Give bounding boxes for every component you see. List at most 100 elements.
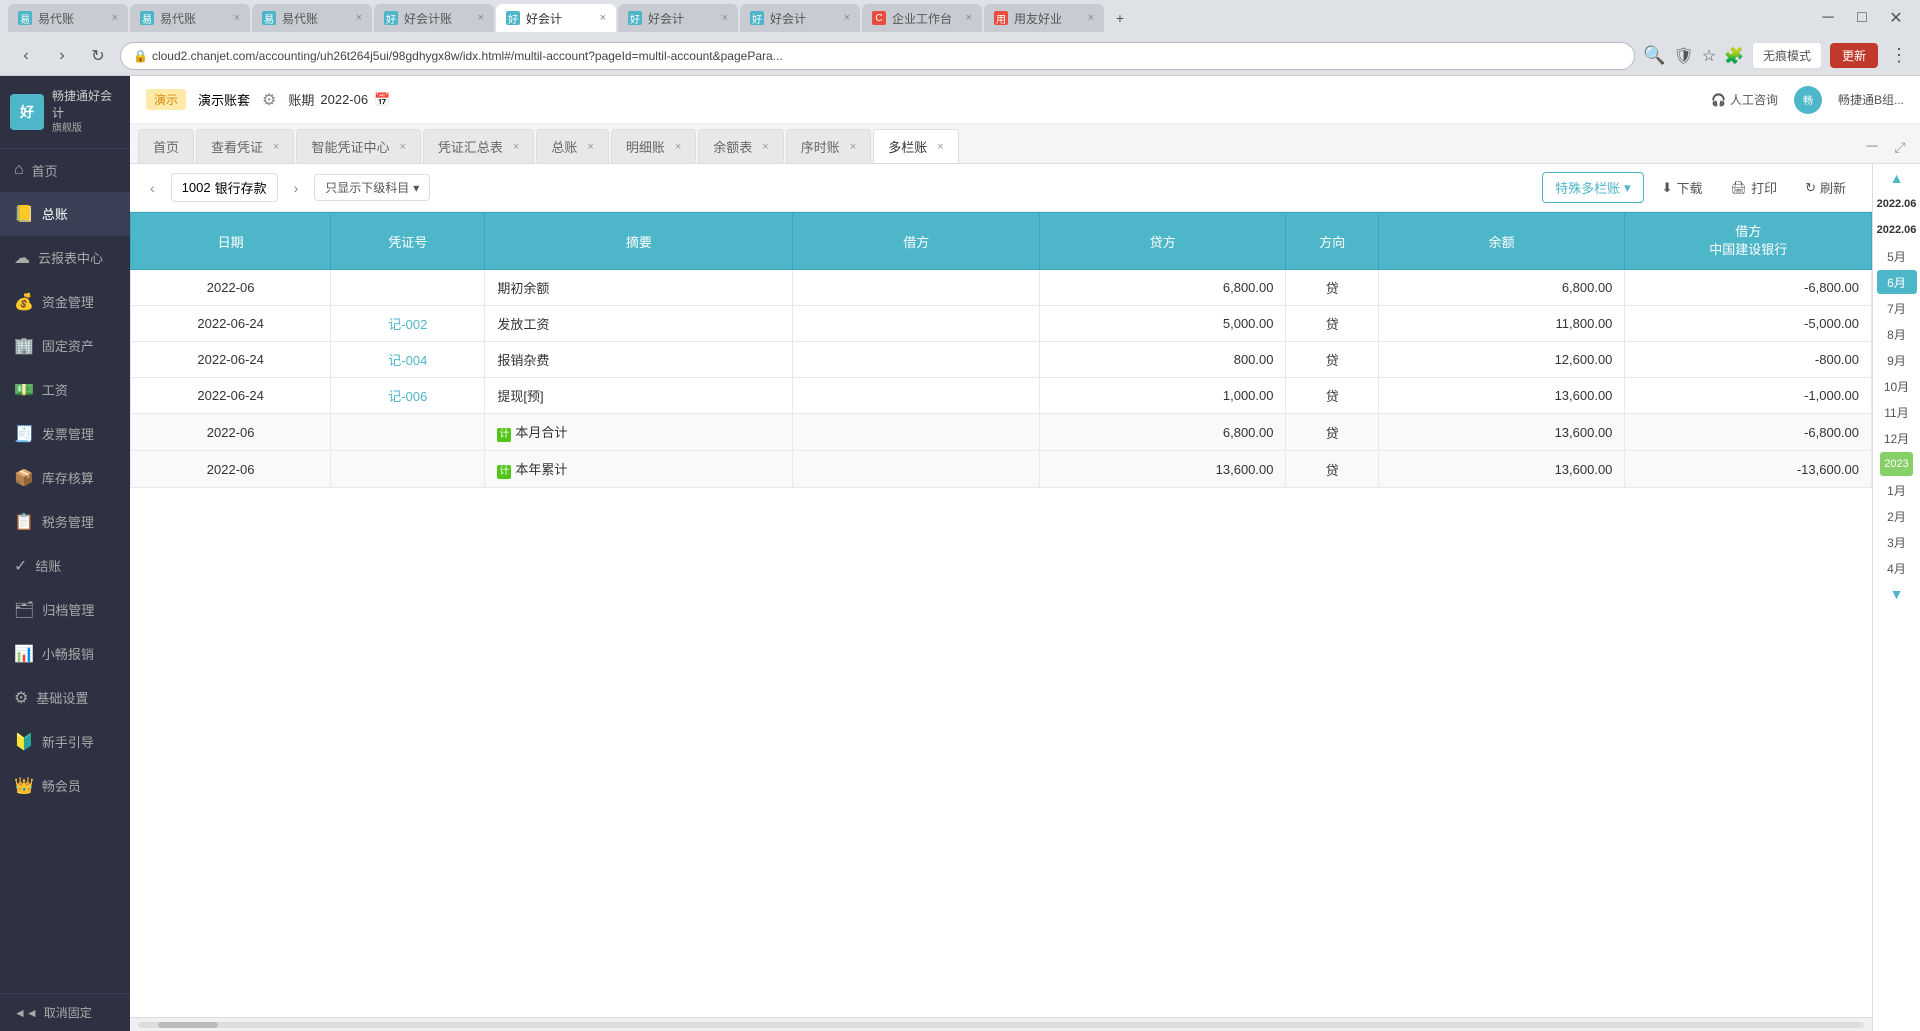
address-input[interactable]: 🔒 cloud2.chanjet.com/accounting/uh26t264…: [120, 42, 1635, 70]
close-window-button[interactable]: ✕: [1880, 2, 1912, 34]
tab-voucher[interactable]: 查看凭证 ×: [196, 129, 294, 163]
service-button[interactable]: 🎧 人工咨询: [1711, 91, 1778, 108]
tab-close-7[interactable]: ×: [844, 12, 850, 24]
tab-close-4[interactable]: ×: [478, 12, 484, 24]
voucher-link[interactable]: 记-006: [388, 389, 427, 404]
sidebar-item-home[interactable]: ⌂ 首页: [0, 149, 130, 192]
calendar-icon[interactable]: 📅: [374, 92, 390, 108]
calendar-up-button[interactable]: ▲: [1879, 168, 1915, 188]
tab-detail[interactable]: 明细账 ×: [611, 129, 696, 163]
sidebar-item-fund[interactable]: 💰 资金管理: [0, 280, 130, 324]
minimize-button[interactable]: ─: [1812, 2, 1844, 34]
calendar-month-5[interactable]: 5月: [1877, 244, 1917, 268]
voucher-link[interactable]: 记-002: [388, 317, 427, 332]
calendar-month-2[interactable]: 2月: [1877, 504, 1917, 528]
calendar-month-11[interactable]: 11月: [1877, 400, 1917, 424]
browser-tab-4[interactable]: 好 好会计账 ×: [374, 4, 494, 32]
menu-icon[interactable]: ⋮: [1890, 45, 1908, 66]
shield-icon[interactable]: 🛡: [1673, 46, 1693, 66]
sidebar-item-member[interactable]: 👑 畅会员: [0, 764, 130, 808]
prev-account-button[interactable]: ‹: [146, 178, 159, 198]
tab-close-2[interactable]: ×: [234, 12, 240, 24]
tab-panel-minimize[interactable]: ─: [1860, 135, 1884, 159]
calendar-month-10[interactable]: 10月: [1877, 374, 1917, 398]
tab-voucher-sum[interactable]: 凭证汇总表 ×: [423, 129, 534, 163]
extension-icon[interactable]: 🧩: [1724, 46, 1744, 66]
tab-journal[interactable]: 序时账 ×: [786, 129, 871, 163]
download-button[interactable]: ⬇ 下载: [1652, 173, 1713, 202]
tab-close-9[interactable]: ×: [1088, 12, 1094, 24]
sidebar-item-salary[interactable]: 💵 工资: [0, 368, 130, 412]
calendar-month-6[interactable]: 6月: [1877, 270, 1917, 294]
sidebar-item-settings[interactable]: ⚙ 基础设置: [0, 676, 130, 720]
sidebar-item-settle[interactable]: ✓ 结账: [0, 544, 130, 588]
show-sub-accounts-button[interactable]: 只显示下级科目 ▾: [314, 174, 430, 201]
tab-close-3[interactable]: ×: [356, 12, 362, 24]
settings-gear-icon[interactable]: ⚙: [262, 90, 276, 110]
calendar-month-12[interactable]: 12月: [1877, 426, 1917, 450]
bottom-scrollbar[interactable]: [130, 1017, 1872, 1031]
special-multi-ledger-button[interactable]: 特殊多栏账 ▾: [1542, 172, 1644, 203]
tab-voucher-close[interactable]: ×: [273, 141, 279, 153]
tab-balance-close[interactable]: ×: [762, 141, 768, 153]
tab-panel-expand[interactable]: ⤢: [1888, 135, 1912, 159]
tab-smart-close[interactable]: ×: [399, 141, 405, 153]
new-tab-button[interactable]: +: [1106, 4, 1134, 32]
calendar-month-9[interactable]: 9月: [1877, 348, 1917, 372]
tab-general[interactable]: 总账 ×: [536, 129, 608, 163]
sidebar-item-fixed-assets[interactable]: 🏢 固定资产: [0, 324, 130, 368]
sidebar-item-cloud-report[interactable]: ☁ 云报表中心: [0, 236, 130, 280]
tab-close-1[interactable]: ×: [112, 12, 118, 24]
tab-multi[interactable]: 多栏账 ×: [873, 129, 958, 163]
voucher-link[interactable]: 记-004: [388, 353, 427, 368]
sidebar-item-tax[interactable]: 📋 税务管理: [0, 500, 130, 544]
browser-tab-9[interactable]: 用 用友好业 ×: [984, 4, 1104, 32]
tab-journal-close[interactable]: ×: [850, 141, 856, 153]
browser-tab-7[interactable]: 好 好会计 ×: [740, 4, 860, 32]
sidebar-item-expense[interactable]: 📊 小畅报销: [0, 632, 130, 676]
tab-balance[interactable]: 余额表 ×: [698, 129, 783, 163]
sidebar-item-archive[interactable]: 🗂 归档管理: [0, 588, 130, 632]
tab-smart[interactable]: 智能凭证中心 ×: [296, 129, 420, 163]
user-avatar[interactable]: 畅: [1794, 86, 1822, 114]
browser-tab-2[interactable]: 易 易代账 ×: [130, 4, 250, 32]
calendar-month-7[interactable]: 7月: [1877, 296, 1917, 320]
browser-tab-6[interactable]: 好 好会计 ×: [618, 4, 738, 32]
tab-voucher-sum-close[interactable]: ×: [513, 141, 519, 153]
refresh-button[interactable]: ↻: [84, 42, 112, 70]
calendar-down-button[interactable]: ▼: [1879, 584, 1915, 604]
silent-mode-button[interactable]: 无痕模式: [1752, 42, 1822, 69]
unpin-button[interactable]: ◄◄ 取消固定: [14, 1004, 116, 1021]
search-icon[interactable]: 🔍: [1643, 45, 1665, 66]
calendar-month-4[interactable]: 4月: [1877, 556, 1917, 580]
tab-multi-close[interactable]: ×: [937, 141, 943, 153]
tab-close-5[interactable]: ×: [600, 12, 606, 24]
sidebar-item-inventory[interactable]: 📦 库存核算: [0, 456, 130, 500]
print-button[interactable]: 🖨 打印: [1721, 173, 1788, 202]
back-button[interactable]: ‹: [12, 42, 40, 70]
tab-home[interactable]: 首页: [138, 129, 194, 163]
page-tabs: 首页 查看凭证 × 智能凭证中心 × 凭证汇总表 × 总账 × 明细账 ×: [130, 124, 1920, 164]
forward-button[interactable]: ›: [48, 42, 76, 70]
account-selector[interactable]: 1002 银行存款: [171, 173, 278, 202]
browser-tab-3[interactable]: 易 易代账 ×: [252, 4, 372, 32]
browser-tab-1[interactable]: 易 易代账 ×: [8, 4, 128, 32]
sidebar-item-guide[interactable]: 🔰 新手引导: [0, 720, 130, 764]
calendar-month-1[interactable]: 1月: [1877, 478, 1917, 502]
star-icon[interactable]: ☆: [1702, 46, 1716, 66]
tab-close-8[interactable]: ×: [966, 12, 972, 24]
browser-tab-8[interactable]: C 企业工作台 ×: [862, 4, 982, 32]
restore-button[interactable]: □: [1846, 2, 1878, 34]
sidebar-item-invoice[interactable]: 🧾 发票管理: [0, 412, 130, 456]
calendar-month-3[interactable]: 3月: [1877, 530, 1917, 554]
browser-tab-5[interactable]: 好 好会计 ×: [496, 4, 616, 32]
tab-detail-close[interactable]: ×: [675, 141, 681, 153]
refresh-button[interactable]: ↻ 刷新: [1795, 173, 1856, 202]
next-account-button[interactable]: ›: [290, 178, 303, 198]
tab-close-6[interactable]: ×: [722, 12, 728, 24]
tab-general-close[interactable]: ×: [587, 141, 593, 153]
update-button[interactable]: 更新: [1830, 43, 1878, 68]
sidebar-item-ledger[interactable]: 📒 总账: [0, 192, 130, 236]
table-row: 2022-06 计本月合计 6,800.00 贷 13,600.00 -6,80…: [131, 414, 1872, 451]
calendar-month-8[interactable]: 8月: [1877, 322, 1917, 346]
